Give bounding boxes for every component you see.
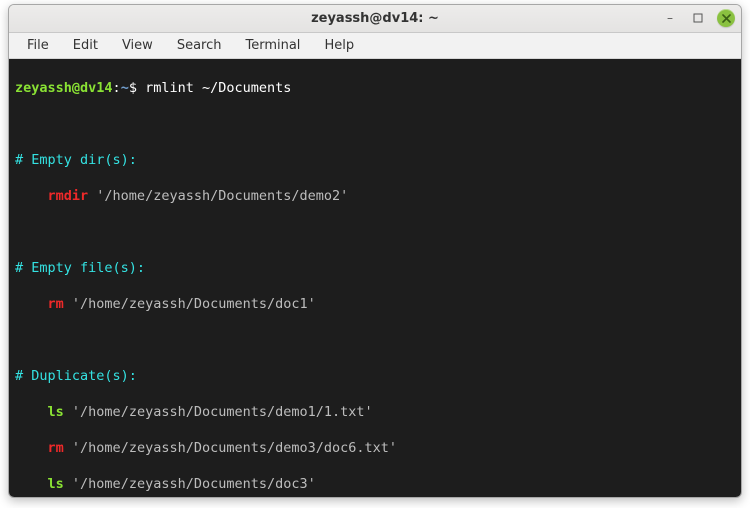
prompt-line-1: zeyassh@dv14:~$ rmlint ~/Documents	[15, 79, 737, 97]
cmd-rm: rm	[48, 440, 64, 456]
cmd-ls: ls	[48, 404, 64, 420]
output-line: ls '/home/zeyassh/Documents/demo1/1.txt'	[15, 403, 737, 421]
path: '/home/zeyassh/Documents/doc1'	[72, 296, 316, 312]
menu-edit[interactable]: Edit	[63, 35, 108, 56]
maximize-button[interactable]	[689, 9, 707, 27]
close-button[interactable]	[717, 9, 735, 27]
section-header-duplicates: # Duplicate(s):	[15, 367, 737, 385]
prompt-path: ~	[121, 80, 129, 96]
output-line: ls '/home/zeyassh/Documents/doc3'	[15, 475, 737, 493]
prompt-userhost: zeyassh@dv14	[15, 80, 113, 96]
menu-file[interactable]: File	[17, 35, 59, 56]
cmd-ls: ls	[48, 476, 64, 492]
menubar: File Edit View Search Terminal Help	[9, 33, 741, 59]
path: '/home/zeyassh/Documents/demo1/1.txt'	[72, 404, 373, 420]
output-line: rmdir '/home/zeyassh/Documents/demo2'	[15, 187, 737, 205]
command-text: rmlint ~/Documents	[145, 80, 291, 96]
path: '/home/zeyassh/Documents/demo3/doc6.txt'	[72, 440, 397, 456]
window-controls: –	[661, 9, 735, 27]
menu-search[interactable]: Search	[167, 35, 232, 56]
blank-line	[15, 115, 737, 133]
menu-terminal[interactable]: Terminal	[235, 35, 310, 56]
terminal-area[interactable]: zeyassh@dv14:~$ rmlint ~/Documents # Emp…	[9, 59, 741, 497]
titlebar: zeyassh@dv14: ~ –	[9, 5, 741, 33]
path: '/home/zeyassh/Documents/demo2'	[96, 188, 348, 204]
section-header-empty-files: # Empty file(s):	[15, 259, 737, 277]
path: '/home/zeyassh/Documents/doc3'	[72, 476, 316, 492]
cmd-rm: rm	[48, 296, 64, 312]
output-line: rm '/home/zeyassh/Documents/demo3/doc6.t…	[15, 439, 737, 457]
cmd-rmdir: rmdir	[48, 188, 89, 204]
menu-view[interactable]: View	[112, 35, 163, 56]
blank-line	[15, 331, 737, 349]
menu-help[interactable]: Help	[314, 35, 364, 56]
blank-line	[15, 223, 737, 241]
output-line: rm '/home/zeyassh/Documents/doc1'	[15, 295, 737, 313]
minimize-button[interactable]: –	[661, 9, 679, 27]
section-header-empty-dirs: # Empty dir(s):	[15, 151, 737, 169]
window-title: zeyassh@dv14: ~	[9, 11, 741, 26]
terminal-window: zeyassh@dv14: ~ – File Edit View Search …	[8, 4, 742, 498]
